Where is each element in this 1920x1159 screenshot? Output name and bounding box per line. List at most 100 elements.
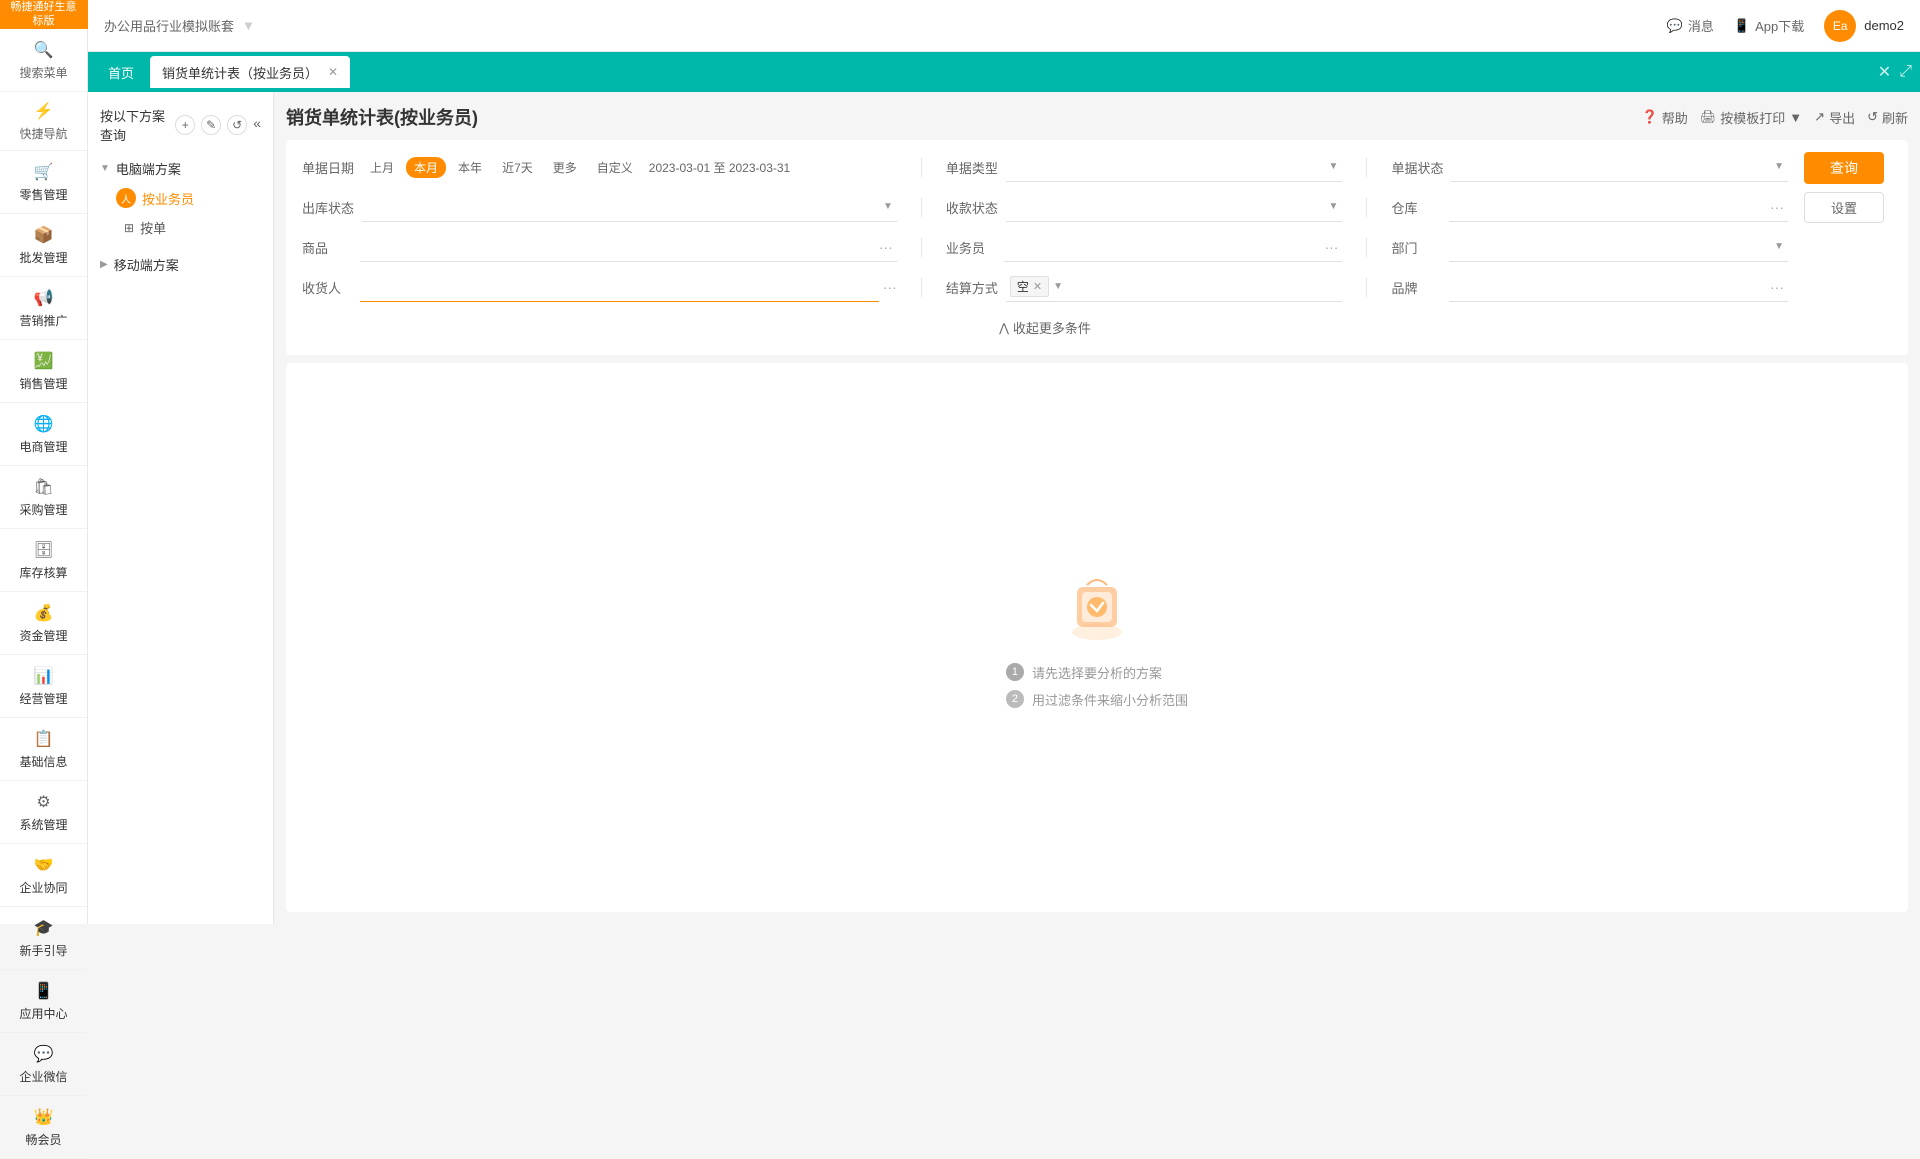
sidebar-item-member[interactable]: 👑 畅会员 xyxy=(0,1096,87,1159)
btn-group: 查询 设置 xyxy=(1796,152,1892,343)
tree-group-mobile-label: 移动端方案 xyxy=(114,255,179,274)
sidebar-item-newbie[interactable]: 🎓 新手引导 xyxy=(0,907,87,970)
sidebar-item-wechat[interactable]: 💬 企业微信 xyxy=(0,1033,87,1096)
brand-dots-icon[interactable]: ··· xyxy=(1770,279,1784,295)
tab-close-icon[interactable]: ✕ xyxy=(328,65,338,79)
receipt-status-label: 收款状态 xyxy=(946,198,998,217)
goods-select[interactable]: ··· xyxy=(360,232,897,262)
sidebar-item-base[interactable]: 📋 基础信息 xyxy=(0,718,87,781)
tab-close-window-icon[interactable]: ✕ xyxy=(1878,62,1891,82)
consignee-dots-icon[interactable]: ··· xyxy=(883,279,897,295)
department-dropdown[interactable]: ▼ xyxy=(1449,232,1788,262)
order-type-dropdown[interactable]: ▼ xyxy=(1006,152,1343,182)
sidebar-item-enterprise[interactable]: 🤝 企业协同 xyxy=(0,844,87,907)
filter-brand: 品牌 ··· xyxy=(1391,272,1788,302)
out-status-arrow-icon: ▼ xyxy=(883,201,893,212)
sidebar-item-inventory[interactable]: 🗄 库存核算 xyxy=(0,529,87,592)
tree-group-desktop-header[interactable]: ▼ 电脑端方案 xyxy=(88,154,273,183)
sidebar-logo-text: 畅捷通好生意标版 xyxy=(11,0,77,29)
sidebar-item-apps-label: 应用中心 xyxy=(19,1005,67,1022)
staff-select[interactable]: ··· xyxy=(1004,232,1343,262)
warehouse-dots-icon[interactable]: ··· xyxy=(1770,199,1784,215)
payment-tag-close-icon[interactable]: ✕ xyxy=(1033,280,1042,293)
right-panel: 销货单统计表(按业务员) ❓ 帮助 🖨 按模板打印 ▼ ↗ 导出 xyxy=(274,92,1920,924)
settings-button[interactable]: 设置 xyxy=(1804,192,1884,223)
payment-select[interactable]: 空 ✕ ▼ xyxy=(1006,272,1343,302)
help-button[interactable]: ❓ 帮助 xyxy=(1642,108,1688,127)
tip-num-1: 1 xyxy=(1006,663,1024,681)
date-btn-thisyear[interactable]: 本年 xyxy=(450,157,490,178)
collapse-row: ⋀ 收起更多条件 xyxy=(302,312,1788,343)
app-download-button[interactable]: 📱 App下载 xyxy=(1734,16,1804,35)
tab-controls: ✕ ⤢ xyxy=(1878,62,1912,82)
sidebar-item-ops[interactable]: 📊 经营管理 xyxy=(0,655,87,718)
date-btn-custom[interactable]: 自定义 xyxy=(589,157,641,178)
message-button[interactable]: 💬 消息 xyxy=(1667,16,1714,35)
collapse-filters-button[interactable]: ⋀ 收起更多条件 xyxy=(983,312,1107,343)
tree-sub-item-by-order-label: 按单 xyxy=(140,218,166,237)
print-button[interactable]: 🖨 按模板打印 ▼ xyxy=(1700,108,1802,127)
sidebar-item-wholesale[interactable]: 📦 批发管理 xyxy=(0,214,87,277)
sidebar-logo[interactable]: 畅捷通好生意标版 xyxy=(0,0,88,29)
export-button[interactable]: ↗ 导出 xyxy=(1814,108,1855,127)
department-arrow-icon: ▼ xyxy=(1774,241,1784,252)
tab-maximize-icon[interactable]: ⤢ xyxy=(1899,63,1912,81)
staff-dots-icon[interactable]: ··· xyxy=(1324,239,1338,255)
sidebar-item-enterprise-label: 企业协同 xyxy=(19,879,67,896)
brand-select[interactable]: ··· xyxy=(1449,272,1788,302)
sidebar-item-ecom[interactable]: 🌐 电商管理 xyxy=(0,403,87,466)
order-status-arrow-icon: ▼ xyxy=(1774,161,1784,172)
sidebar-item-sales[interactable]: 💹 销售管理 xyxy=(0,340,87,403)
out-status-dropdown[interactable]: ▼ xyxy=(362,192,897,222)
date-btn-more[interactable]: 更多 xyxy=(545,157,585,178)
edit-icon: ✎ xyxy=(206,118,216,132)
divider-5 xyxy=(921,237,922,257)
sidebar-item-system[interactable]: ⚙ 系统管理 xyxy=(0,781,87,844)
sidebar-item-retail-label: 零售管理 xyxy=(19,186,67,203)
tab-home-label: 首页 xyxy=(108,63,134,82)
date-label: 单据日期 xyxy=(302,158,354,177)
sidebar-item-purchase[interactable]: 🛍 采购管理 xyxy=(0,466,87,529)
goods-dots-icon[interactable]: ··· xyxy=(879,239,893,255)
sidebar-item-apps[interactable]: 📱 应用中心 xyxy=(0,970,87,1033)
wholesale-icon: 📦 xyxy=(33,224,55,246)
sidebar-item-finance-label: 资金管理 xyxy=(19,627,67,644)
date-btn-7days[interactable]: 近7天 xyxy=(494,157,541,178)
collapse-panel-icon[interactable]: « xyxy=(253,115,261,135)
tree-item-by-staff[interactable]: 人 按业务员 xyxy=(108,183,273,213)
consignee-input[interactable] xyxy=(360,272,879,302)
date-btn-lastmonth[interactable]: 上月 xyxy=(362,157,402,178)
finance-icon: 💰 xyxy=(33,602,55,624)
quicknav-icon: ⚡ xyxy=(33,100,55,122)
sidebar-quicknav[interactable]: ⚡ 快捷导航 xyxy=(0,92,87,151)
tab-sales-stat[interactable]: 销货单统计表（按业务员） ✕ xyxy=(150,56,350,88)
filter-goods: 商品 ··· xyxy=(302,232,897,262)
user-profile[interactable]: Ea demo2 xyxy=(1824,10,1904,42)
sidebar-item-retail[interactable]: 🛒 零售管理 xyxy=(0,151,87,214)
refresh-scheme-button[interactable]: ↺ xyxy=(227,115,247,135)
sidebar-item-wechat-label: 企业微信 xyxy=(19,1068,67,1085)
filter-row-3: 商品 ··· 业务员 ··· xyxy=(302,232,1788,262)
date-btn-thismonth[interactable]: 本月 xyxy=(406,157,446,178)
edit-scheme-button[interactable]: ✎ xyxy=(201,115,221,135)
add-scheme-button[interactable]: + xyxy=(175,115,195,135)
out-status-label: 出库状态 xyxy=(302,198,354,217)
sidebar-search[interactable]: 🔍 搜索菜单 xyxy=(0,29,87,92)
tab-home[interactable]: 首页 xyxy=(96,56,146,88)
print-label: 按模板打印 xyxy=(1720,108,1785,127)
page-content: 按以下方案查询 + ✎ ↺ « ▼ 电脑端方案 xyxy=(88,92,1920,924)
tree-sub-item-by-order[interactable]: ⊞ 按单 xyxy=(108,213,273,242)
filter-order-status: 单据状态 ▼ xyxy=(1391,152,1788,182)
sidebar-item-ops-label: 经营管理 xyxy=(19,690,67,707)
query-button[interactable]: 查询 xyxy=(1804,152,1884,184)
sidebar-item-marketing[interactable]: 📢 营销推广 xyxy=(0,277,87,340)
sidebar-item-finance[interactable]: 💰 资金管理 xyxy=(0,592,87,655)
wechat-icon: 💬 xyxy=(33,1043,55,1065)
refresh-button[interactable]: ↺ 刷新 xyxy=(1867,108,1908,127)
order-status-dropdown[interactable]: ▼ xyxy=(1451,152,1788,182)
receipt-status-dropdown[interactable]: ▼ xyxy=(1006,192,1343,222)
breadcrumb-arrow-icon[interactable]: ▼ xyxy=(242,18,255,33)
payment-tag: 空 ✕ xyxy=(1010,276,1049,297)
warehouse-select[interactable]: ··· xyxy=(1449,192,1788,222)
tree-group-mobile-header[interactable]: ▶ 移动端方案 xyxy=(88,250,273,279)
